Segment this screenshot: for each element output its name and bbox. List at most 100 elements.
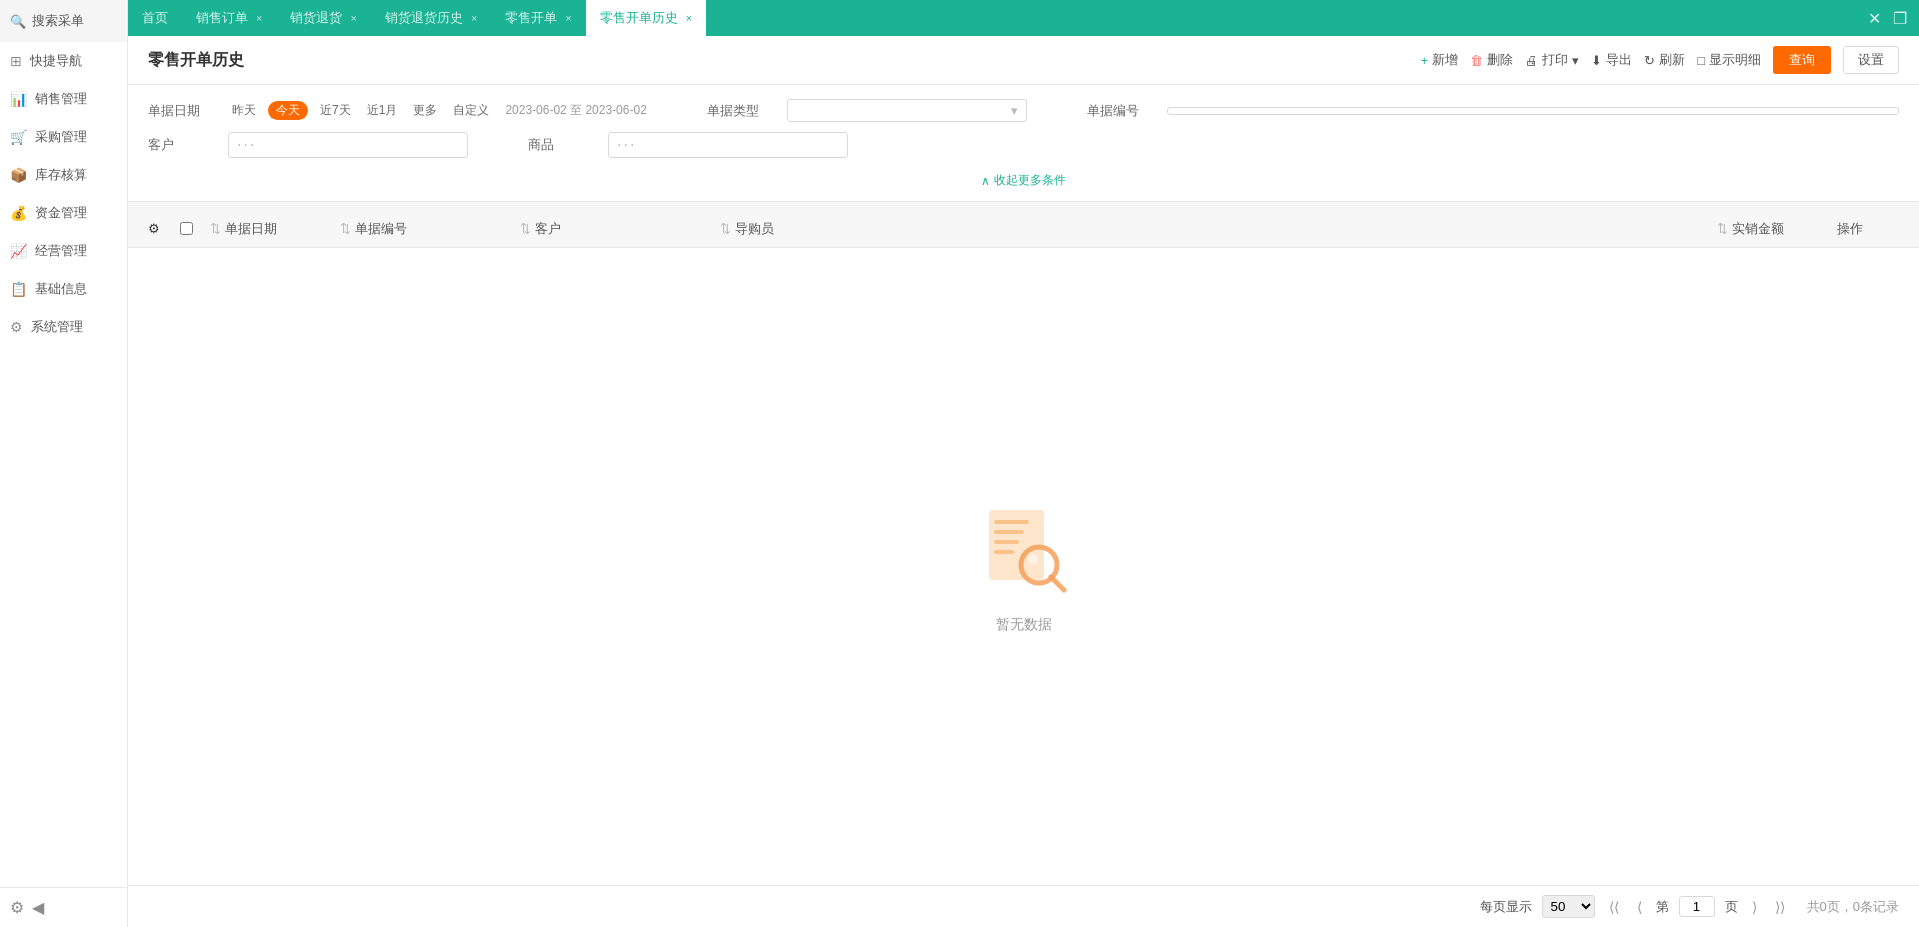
tab-home[interactable]: 首页 <box>128 0 182 36</box>
sort-icon: ⇅ <box>210 221 221 236</box>
date-btn-1month[interactable]: 近1月 <box>363 101 402 120</box>
query-btn[interactable]: 查询 <box>1773 46 1831 74</box>
th-amount-label: 实销金额 <box>1732 220 1784 238</box>
total-label: 共0页，0条记录 <box>1807 898 1899 916</box>
date-btn-custom[interactable]: 自定义 <box>449 101 493 120</box>
svg-line-6 <box>1051 577 1064 590</box>
delete-label: 删除 <box>1487 51 1513 69</box>
empty-svg <box>974 500 1074 600</box>
sidebar-item-label: 快捷导航 <box>30 52 82 70</box>
purchase-mgmt-icon: 🛒 <box>10 129 27 145</box>
first-page-btn[interactable]: ⟨⟨ <box>1605 899 1623 915</box>
sidebar-item-inventory[interactable]: 📦 库存核算 <box>0 156 127 194</box>
tab-retail-open-history[interactable]: 零售开单历史 × <box>586 0 706 36</box>
collapse-row: ∧ 收起更多条件 <box>148 168 1899 191</box>
th-checkbox[interactable] <box>170 222 202 235</box>
page-title: 零售开单历史 <box>148 50 244 71</box>
th-guide[interactable]: ⇅ 导购员 <box>712 220 832 238</box>
tab-sales-return-history[interactable]: 销货退货历史 × <box>371 0 491 36</box>
print-btn[interactable]: 🖨 打印 ▾ <box>1525 51 1579 69</box>
collapse-arrow-icon: ∧ <box>981 174 990 188</box>
tab-retail-open-history-label: 零售开单历史 <box>600 9 678 27</box>
sidebar-item-finance[interactable]: 💰 资金管理 <box>0 194 127 232</box>
customer-label: 客户 <box>148 136 208 154</box>
th-amount[interactable]: ⇅ 实销金额 <box>1709 220 1829 238</box>
th-num[interactable]: ⇅ 单据编号 <box>332 220 512 238</box>
sidebar-item-operation[interactable]: 📈 经营管理 <box>0 232 127 270</box>
tab-sales-return-history-close[interactable]: × <box>471 12 477 24</box>
th-num-label: 单据编号 <box>355 220 407 238</box>
search-icon: 🔍 <box>10 14 26 29</box>
page-input[interactable] <box>1679 896 1715 917</box>
sidebar-settings-btn[interactable]: ⚙ <box>10 898 24 917</box>
add-btn[interactable]: + 新增 <box>1421 51 1459 69</box>
tab-sales-order-label: 销售订单 <box>196 9 248 27</box>
main-area: 首页 销售订单 × 销货退货 × 销货退货历史 × 零售开单 × 零售开单历史 … <box>128 0 1919 927</box>
print-label: 打印 <box>1542 51 1568 69</box>
th-settings[interactable]: ⚙ <box>138 221 170 236</box>
content-area: 零售开单历史 + 新增 🗑 删除 🖨 打印 ▾ ⬇ 导出 <box>128 36 1919 927</box>
goods-label: 商品 <box>528 136 588 154</box>
date-btn-today[interactable]: 今天 <box>268 101 308 120</box>
refresh-btn[interactable]: ↻ 刷新 <box>1644 51 1685 69</box>
sidebar-item-quick-nav[interactable]: ⊞ 快捷导航 <box>0 42 127 80</box>
chevron-down-icon: ▾ <box>1011 103 1018 118</box>
date-btn-yesterday[interactable]: 昨天 <box>228 101 260 120</box>
collapse-btn[interactable]: ∧ 收起更多条件 <box>981 172 1066 189</box>
system-mgmt-icon: ⚙ <box>10 319 23 335</box>
per-page-label: 每页显示 <box>1480 898 1532 916</box>
tab-sales-order[interactable]: 销售订单 × <box>182 0 276 36</box>
display-toggle[interactable]: □ 显示明细 <box>1697 51 1761 69</box>
window-close-btn[interactable]: ✕ <box>1868 9 1881 28</box>
prev-page-btn[interactable]: ⟨ <box>1633 899 1646 915</box>
page-suffix: 页 <box>1725 898 1738 916</box>
sidebar-search[interactable]: 🔍 搜索采单 <box>0 0 127 42</box>
last-page-btn[interactable]: ⟩⟩ <box>1771 899 1789 915</box>
sidebar-search-label: 搜索采单 <box>32 12 84 30</box>
sidebar: 🔍 搜索采单 ⊞ 快捷导航 📊 销售管理 🛒 采购管理 📦 库存核算 💰 资金管… <box>0 0 128 927</box>
empty-text: 暂无数据 <box>996 616 1052 634</box>
table-area: ⚙ ⇅ 单据日期 ⇅ 单据编号 ⇅ 客户 ⇅ <box>128 210 1919 885</box>
doc-type-select[interactable]: ▾ <box>787 99 1027 122</box>
customer-input[interactable]: ··· <box>228 132 468 158</box>
date-btn-7days[interactable]: 近7天 <box>316 101 355 120</box>
inventory-icon: 📦 <box>10 167 27 183</box>
date-btn-more[interactable]: 更多 <box>409 101 441 120</box>
doc-num-input[interactable] <box>1167 107 1899 115</box>
tab-sales-return[interactable]: 销货退货 × <box>276 0 370 36</box>
tab-retail-open-close[interactable]: × <box>565 12 571 24</box>
window-restore-btn[interactable]: ❐ <box>1893 9 1907 28</box>
tab-retail-open-history-close[interactable]: × <box>686 12 692 24</box>
sales-mgmt-icon: 📊 <box>10 91 27 107</box>
sidebar-item-sales-mgmt[interactable]: 📊 销售管理 <box>0 80 127 118</box>
sidebar-item-basic-info[interactable]: 📋 基础信息 <box>0 270 127 308</box>
tab-retail-open[interactable]: 零售开单 × <box>491 0 585 36</box>
sidebar-item-purchase-mgmt[interactable]: 🛒 采购管理 <box>0 118 127 156</box>
filter-row-2: 客户 ··· 商品 ··· <box>148 132 1899 158</box>
select-all-checkbox[interactable] <box>180 222 193 235</box>
tab-sales-return-close[interactable]: × <box>350 12 356 24</box>
filter-row-1: 单据日期 昨天 今天 近7天 近1月 更多 自定义 2023-06-02 至 2… <box>148 99 1899 122</box>
empty-state: 暂无数据 <box>128 248 1919 885</box>
next-page-btn[interactable]: ⟩ <box>1748 899 1761 915</box>
per-page-select[interactable]: 50 10 20 100 <box>1542 895 1595 918</box>
tab-sales-order-close[interactable]: × <box>256 12 262 24</box>
th-date[interactable]: ⇅ 单据日期 <box>202 220 332 238</box>
svg-rect-2 <box>994 530 1024 534</box>
sidebar-bottom: ⚙ ◀ <box>0 887 127 927</box>
doc-num-label: 单据编号 <box>1087 102 1147 120</box>
tab-sales-return-history-label: 销货退货历史 <box>385 9 463 27</box>
th-action: 操作 <box>1829 220 1909 238</box>
export-btn[interactable]: ⬇ 导出 <box>1591 51 1632 69</box>
sidebar-item-system-mgmt[interactable]: ⚙ 系统管理 <box>0 308 127 346</box>
sidebar-collapse-btn[interactable]: ◀ <box>32 898 44 917</box>
th-customer[interactable]: ⇅ 客户 <box>512 220 712 238</box>
print-arrow-icon: ▾ <box>1572 53 1579 68</box>
tab-sales-return-label: 销货退货 <box>290 9 342 27</box>
goods-input[interactable]: ··· <box>608 132 848 158</box>
sidebar-item-label: 基础信息 <box>35 280 87 298</box>
sidebar-item-label: 资金管理 <box>35 204 87 222</box>
settings-btn[interactable]: 设置 <box>1843 46 1899 74</box>
delete-btn[interactable]: 🗑 删除 <box>1470 51 1513 69</box>
sidebar-item-label: 采购管理 <box>35 128 87 146</box>
